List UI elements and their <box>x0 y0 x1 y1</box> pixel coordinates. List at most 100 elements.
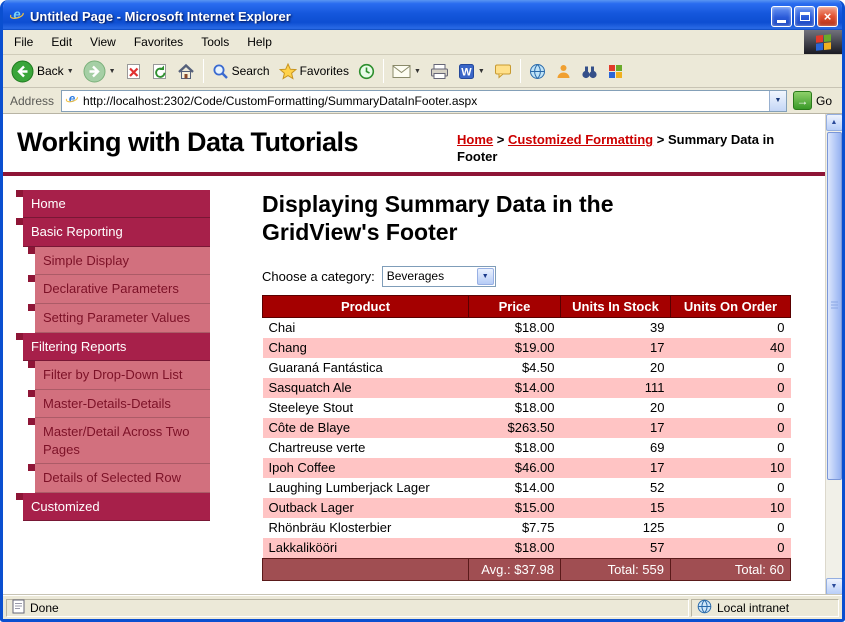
browser-viewport: Working with Data Tutorials Home > Custo… <box>3 114 842 595</box>
table-cell: 17 <box>561 338 671 358</box>
menu-view[interactable]: View <box>81 32 125 52</box>
scroll-down-icon[interactable]: ▼ <box>826 578 843 595</box>
sidebar-item-home[interactable]: Home <box>23 190 210 219</box>
column-header-product: Product <box>263 295 469 317</box>
sidebar: HomeBasic ReportingSimple DisplayDeclara… <box>23 190 210 522</box>
menu-edit[interactable]: Edit <box>42 32 81 52</box>
messenger-button[interactable] <box>551 61 576 82</box>
back-button[interactable]: Back ▼ <box>7 58 78 85</box>
table-footer-row: Avg.: $37.98Total: 559Total: 60 <box>263 558 791 580</box>
messenger-person-icon <box>555 63 572 80</box>
history-button[interactable] <box>354 61 379 82</box>
breadcrumb-link-customized-formatting[interactable]: Customized Formatting <box>508 132 653 147</box>
table-row: Rhönbräu Klosterbier$7.751250 <box>263 518 791 538</box>
category-label: Choose a category: <box>262 269 375 284</box>
dropdown-arrow-icon[interactable]: ▼ <box>477 268 494 285</box>
refresh-button[interactable] <box>147 61 172 82</box>
table-cell: Rhönbräu Klosterbier <box>263 518 469 538</box>
svg-text:e: e <box>69 93 75 105</box>
close-button[interactable]: × <box>817 6 838 27</box>
favorites-button[interactable]: Favorites <box>275 61 353 82</box>
table-cell: $18.00 <box>469 398 561 418</box>
menu-favorites[interactable]: Favorites <box>125 32 192 52</box>
sidebar-item-master-details-details[interactable]: Master-Details-Details <box>35 390 210 419</box>
sidebar-item-simple-display[interactable]: Simple Display <box>35 247 210 276</box>
address-input[interactable]: e http://localhost:2302/Code/CustomForma… <box>61 90 787 112</box>
sidebar-item-details-of-selected-row[interactable]: Details of Selected Row <box>35 464 210 493</box>
sidebar-item-filter-by-drop-down-list[interactable]: Filter by Drop-Down List <box>35 361 210 390</box>
print-button[interactable] <box>426 61 453 82</box>
scrollbar-thumb[interactable] <box>827 132 842 480</box>
window-title: Untitled Page - Microsoft Internet Explo… <box>30 9 771 24</box>
footer-cell <box>263 558 469 580</box>
svg-text:W: W <box>461 66 472 78</box>
sidebar-item-filtering-reports[interactable]: Filtering Reports <box>23 333 210 362</box>
toolbar-separator <box>520 59 521 83</box>
stop-button[interactable] <box>121 61 146 82</box>
menu-file[interactable]: File <box>5 32 42 52</box>
globe-icon <box>529 63 546 80</box>
forward-button[interactable]: ▼ <box>79 58 120 85</box>
home-button[interactable] <box>173 61 199 82</box>
footer-cell: Avg.: $37.98 <box>469 558 561 580</box>
home-icon <box>177 63 195 80</box>
sidebar-item-basic-reporting[interactable]: Basic Reporting <box>23 218 210 247</box>
sidebar-item-customized[interactable]: Customized <box>23 493 210 522</box>
discuss-button[interactable] <box>490 61 516 81</box>
back-dropdown-icon[interactable]: ▼ <box>67 68 74 75</box>
go-button[interactable]: → Go <box>791 90 838 111</box>
column-header-units-in-stock: Units In Stock <box>561 295 671 317</box>
menu-help[interactable]: Help <box>238 32 281 52</box>
table-cell: Chai <box>263 317 469 338</box>
forward-dropdown-icon[interactable]: ▼ <box>109 68 116 75</box>
main-content: Displaying Summary Data in the GridView'… <box>262 190 802 581</box>
local-intranet-icon <box>697 599 712 617</box>
breadcrumb-link-home[interactable]: Home <box>457 132 493 147</box>
table-cell: 10 <box>671 458 791 478</box>
table-cell: 69 <box>561 438 671 458</box>
table-cell: 40 <box>671 338 791 358</box>
table-row: Côte de Blaye$263.50170 <box>263 418 791 438</box>
address-url[interactable]: http://localhost:2302/Code/CustomFormatt… <box>83 94 769 108</box>
go-arrow-icon: → <box>793 91 812 110</box>
sidebar-item-setting-parameter-values[interactable]: Setting Parameter Values <box>35 304 210 333</box>
edit-dropdown-icon[interactable]: ▼ <box>478 68 485 75</box>
table-cell: $14.00 <box>469 478 561 498</box>
table-cell: 125 <box>561 518 671 538</box>
menu-tools[interactable]: Tools <box>192 32 238 52</box>
table-row: Lakkalikööri$18.00570 <box>263 538 791 559</box>
table-cell: 20 <box>561 398 671 418</box>
mail-button[interactable]: ▼ <box>388 62 425 81</box>
edit-with-word-button[interactable]: W ▼ <box>454 61 489 82</box>
browse-web-button[interactable] <box>525 61 550 82</box>
footer-cell: Total: 60 <box>671 558 791 580</box>
table-row: Steeleye Stout$18.00200 <box>263 398 791 418</box>
sidebar-item-master-detail-across-two-pages[interactable]: Master/Detail Across Two Pages <box>35 418 210 464</box>
address-label: Address <box>7 94 57 108</box>
web-page: Working with Data Tutorials Home > Custo… <box>3 114 825 595</box>
table-row: Chartreuse verte$18.00690 <box>263 438 791 458</box>
maximize-button[interactable] <box>794 6 815 27</box>
security-zone: Local intranet <box>691 599 839 617</box>
category-dropdown[interactable]: Beverages ▼ <box>382 266 496 287</box>
title-bar[interactable]: e Untitled Page - Microsoft Internet Exp… <box>3 0 842 30</box>
minimize-button[interactable] <box>771 6 792 27</box>
ie-url-icon: e <box>65 91 79 110</box>
toolbar: Back ▼ ▼ Search Favorites <box>3 55 842 88</box>
toolbar-separator <box>203 59 204 83</box>
msn-button[interactable] <box>603 61 628 82</box>
table-body: Chai$18.00390Chang$19.001740Guaraná Fant… <box>263 317 791 558</box>
address-dropdown-button[interactable]: ▼ <box>769 91 786 111</box>
menu-items: FileEditViewFavoritesToolsHelp <box>5 30 281 54</box>
table-cell: 0 <box>671 317 791 338</box>
table-cell: 17 <box>561 418 671 438</box>
research-button[interactable] <box>577 61 602 82</box>
status-bar: Done Local intranet <box>3 595 842 619</box>
mail-dropdown-icon[interactable]: ▼ <box>414 68 421 75</box>
table-cell: $46.00 <box>469 458 561 478</box>
table-cell: 57 <box>561 538 671 559</box>
sidebar-item-declarative-parameters[interactable]: Declarative Parameters <box>35 275 210 304</box>
scroll-up-icon[interactable]: ▲ <box>826 114 843 131</box>
vertical-scrollbar[interactable]: ▲ ▼ <box>825 114 842 595</box>
search-button[interactable]: Search <box>208 61 274 82</box>
